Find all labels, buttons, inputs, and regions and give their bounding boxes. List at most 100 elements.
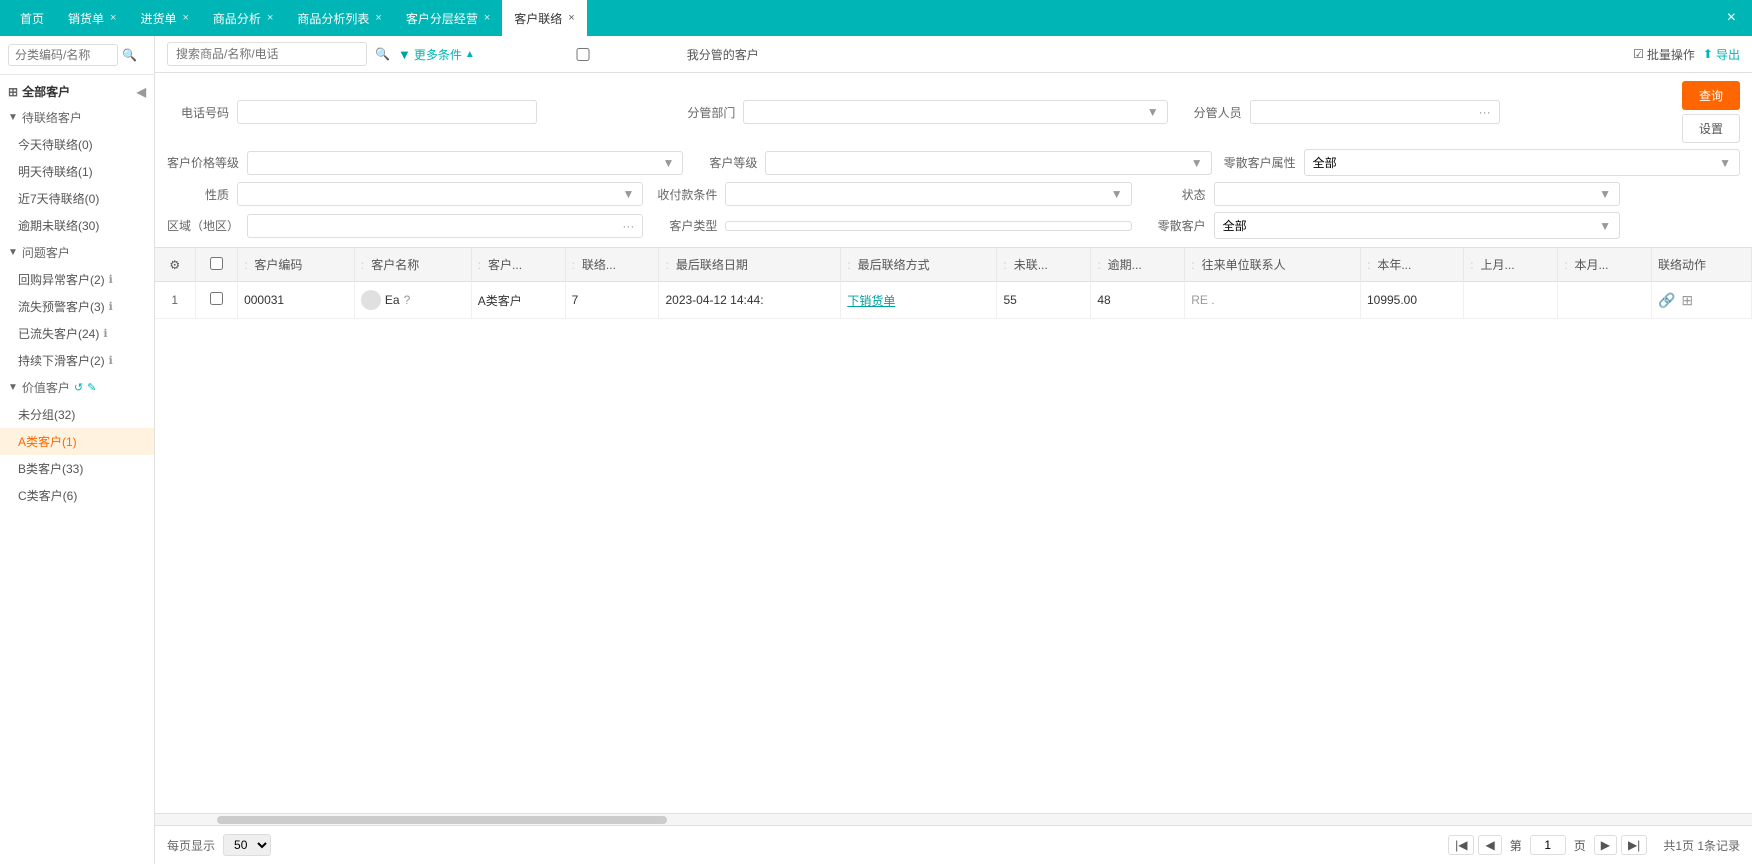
retail-customer-select[interactable]: 全部 ▼ — [1214, 212, 1620, 239]
row-action-link-icon[interactable]: 🔗 — [1658, 292, 1675, 309]
sidebar-collapse-icon[interactable]: ◀ — [137, 85, 146, 99]
filter-retail-attr: 零散客户属性 全部 ▼ — [1224, 149, 1740, 176]
col-contact-header[interactable]: :联络... — [565, 248, 659, 282]
pagination: |◀ ◀ 第 页 ▶ ▶| 共1页 1条记录 — [1448, 835, 1740, 855]
filter-more-button[interactable]: ▼ 更多条件 ▲ — [398, 46, 475, 63]
row-index: 1 — [155, 282, 195, 319]
sidebar-item-7days[interactable]: 近7天待联络(0) — [0, 185, 154, 212]
person-more-icon: ··· — [1479, 105, 1491, 119]
status-select[interactable]: ▼ — [1214, 182, 1620, 206]
customer-type-select[interactable] — [725, 221, 1131, 231]
nav-analysis-list[interactable]: 商品分析列表 × — [285, 0, 393, 36]
search-input[interactable] — [167, 42, 367, 66]
nav-customer-segment-close[interactable]: × — [484, 12, 490, 24]
sidebar-item-b-class[interactable]: B类客户(33) — [0, 455, 154, 482]
retail-attr-caret-icon: ▼ — [1719, 156, 1731, 170]
sidebar-item-repurchase[interactable]: 回购异常客户(2) ℹ — [0, 266, 154, 293]
nav-close-all-button[interactable]: × — [1719, 9, 1744, 27]
page-number-input[interactable] — [1530, 835, 1566, 855]
nav-home[interactable]: 首页 — [8, 0, 56, 36]
scroll-thumb[interactable] — [217, 816, 667, 824]
page-last-button[interactable]: ▶| — [1621, 835, 1647, 855]
col-level-header[interactable]: :客户... — [471, 248, 565, 282]
action-buttons: 查询 设置 — [1682, 81, 1740, 143]
col-last-method-header[interactable]: :最后联络方式 — [841, 248, 997, 282]
nav-sales[interactable]: 销货单 × — [56, 0, 128, 36]
filter-search-icon[interactable]: 🔍 — [375, 47, 390, 61]
sidebar-item-tomorrow[interactable]: 明天待联络(1) — [0, 158, 154, 185]
sidebar-item-overdue[interactable]: 逾期未联络(30) — [0, 212, 154, 239]
col-gear: ⚙ — [155, 248, 195, 282]
level-caret-icon: ▼ — [1191, 156, 1203, 170]
horizontal-scrollbar[interactable] — [155, 813, 1752, 825]
sidebar-group-problem[interactable]: ▼ 问题客户 — [0, 239, 154, 266]
nav-analysis[interactable]: 商品分析 × — [201, 0, 285, 36]
nav-analysis-close[interactable]: × — [267, 12, 273, 24]
retail-attr-select[interactable]: 全部 ▼ — [1304, 149, 1740, 176]
col-not-contacted-header[interactable]: :未联... — [997, 248, 1091, 282]
row-level: A类客户 — [471, 282, 565, 319]
col-overdue-header[interactable]: :逾期... — [1091, 248, 1185, 282]
sidebar-item-declining[interactable]: 持续下滑客户(2) ℹ — [0, 347, 154, 374]
query-button[interactable]: 查询 — [1682, 81, 1740, 110]
nav-purchase[interactable]: 进货单 × — [128, 0, 200, 36]
batch-ops-button[interactable]: ☑ 批量操作 — [1633, 46, 1695, 63]
sidebar-item-ungroup[interactable]: 未分组(32) — [0, 401, 154, 428]
phone-input[interactable] — [237, 100, 537, 124]
filter-person: 分管人员 ··· — [1180, 100, 1674, 124]
nav-purchase-close[interactable]: × — [182, 12, 188, 24]
sidebar-item-churn-warning[interactable]: 流失预警客户(3) ℹ — [0, 293, 154, 320]
nav-customer-contact-close[interactable]: × — [568, 12, 574, 24]
sidebar-item-c-class[interactable]: C类客户(6) — [0, 482, 154, 509]
payment-select[interactable]: ▼ — [725, 182, 1131, 206]
dept-select[interactable]: ▼ — [743, 100, 1167, 124]
sidebar-item-churned[interactable]: 已流失客户(24) ℹ — [0, 320, 154, 347]
row-last-method: 下销货单 — [841, 282, 997, 319]
col-year-header[interactable]: :本年... — [1360, 248, 1463, 282]
my-customers-checkbox[interactable] — [483, 48, 683, 61]
row-action-grid-icon[interactable]: ⊞ — [1681, 292, 1693, 309]
nav-customer-contact[interactable]: 客户联络 × — [502, 0, 586, 36]
filter-status: 状态 ▼ — [1144, 182, 1620, 206]
sidebar-search-icon[interactable]: 🔍 — [122, 48, 137, 62]
page-prev-button[interactable]: ◀ — [1478, 835, 1501, 855]
sidebar-search-input[interactable] — [8, 44, 118, 66]
sidebar-group-value[interactable]: ▼ 价值客户 ↺ ✎ — [0, 374, 154, 401]
refresh-icon[interactable]: ↺ — [74, 381, 83, 394]
per-page-select[interactable]: 50 — [223, 834, 271, 856]
payment-caret-icon: ▼ — [1111, 187, 1123, 201]
data-table: ⚙ :客户编码 :客户名称 :客户... — [155, 248, 1752, 319]
row-checkbox[interactable] — [210, 292, 223, 305]
sidebar-group-pending[interactable]: ▼ 待联络客户 — [0, 104, 154, 131]
sidebar-item-today[interactable]: 今天待联络(0) — [0, 131, 154, 158]
col-last-month-header[interactable]: :上月... — [1464, 248, 1558, 282]
price-level-select[interactable]: ▼ — [247, 151, 683, 175]
region-select[interactable]: ··· — [247, 214, 643, 238]
info-icon-4: ℹ — [109, 354, 113, 367]
settings-button[interactable]: 设置 — [1682, 114, 1740, 143]
filter-customer-type: 客户类型 — [655, 217, 1131, 234]
col-unit-contact-header[interactable]: :往来单位联系人 — [1185, 248, 1361, 282]
sidebar-item-a-class[interactable]: A类客户(1) — [0, 428, 154, 455]
edit-icon[interactable]: ✎ — [87, 381, 96, 394]
page-first-button[interactable]: |◀ — [1448, 835, 1474, 855]
nav-customer-segment[interactable]: 客户分层经营 × — [394, 0, 502, 36]
page-next-button[interactable]: ▶ — [1594, 835, 1617, 855]
export-button[interactable]: ⬆ 导出 — [1703, 46, 1740, 63]
nav-analysis-list-close[interactable]: × — [375, 12, 381, 24]
col-code-header[interactable]: :客户编码 — [238, 248, 355, 282]
sidebar-all-customers[interactable]: ⊞ 全部客户 ◀ — [0, 75, 154, 104]
col-last-date-header[interactable]: :最后联络日期 — [659, 248, 841, 282]
info-icon-1: ℹ — [109, 273, 113, 286]
col-this-month-header[interactable]: :本月... — [1558, 248, 1652, 282]
col-name-header[interactable]: :客户名称 — [354, 248, 471, 282]
my-customers-filter[interactable]: 我分管的客户 — [483, 46, 759, 63]
nature-select[interactable]: ▼ — [237, 182, 643, 206]
gear-icon[interactable]: ⚙ — [169, 258, 180, 272]
person-select[interactable]: ··· — [1250, 100, 1500, 124]
table-header-row: ⚙ :客户编码 :客户名称 :客户... — [155, 248, 1752, 282]
customer-level-select[interactable]: ▼ — [765, 151, 1211, 175]
select-all-checkbox[interactable] — [210, 257, 223, 270]
filter-price-level: 客户价格等级 ▼ — [167, 151, 683, 175]
nav-sales-close[interactable]: × — [110, 12, 116, 24]
